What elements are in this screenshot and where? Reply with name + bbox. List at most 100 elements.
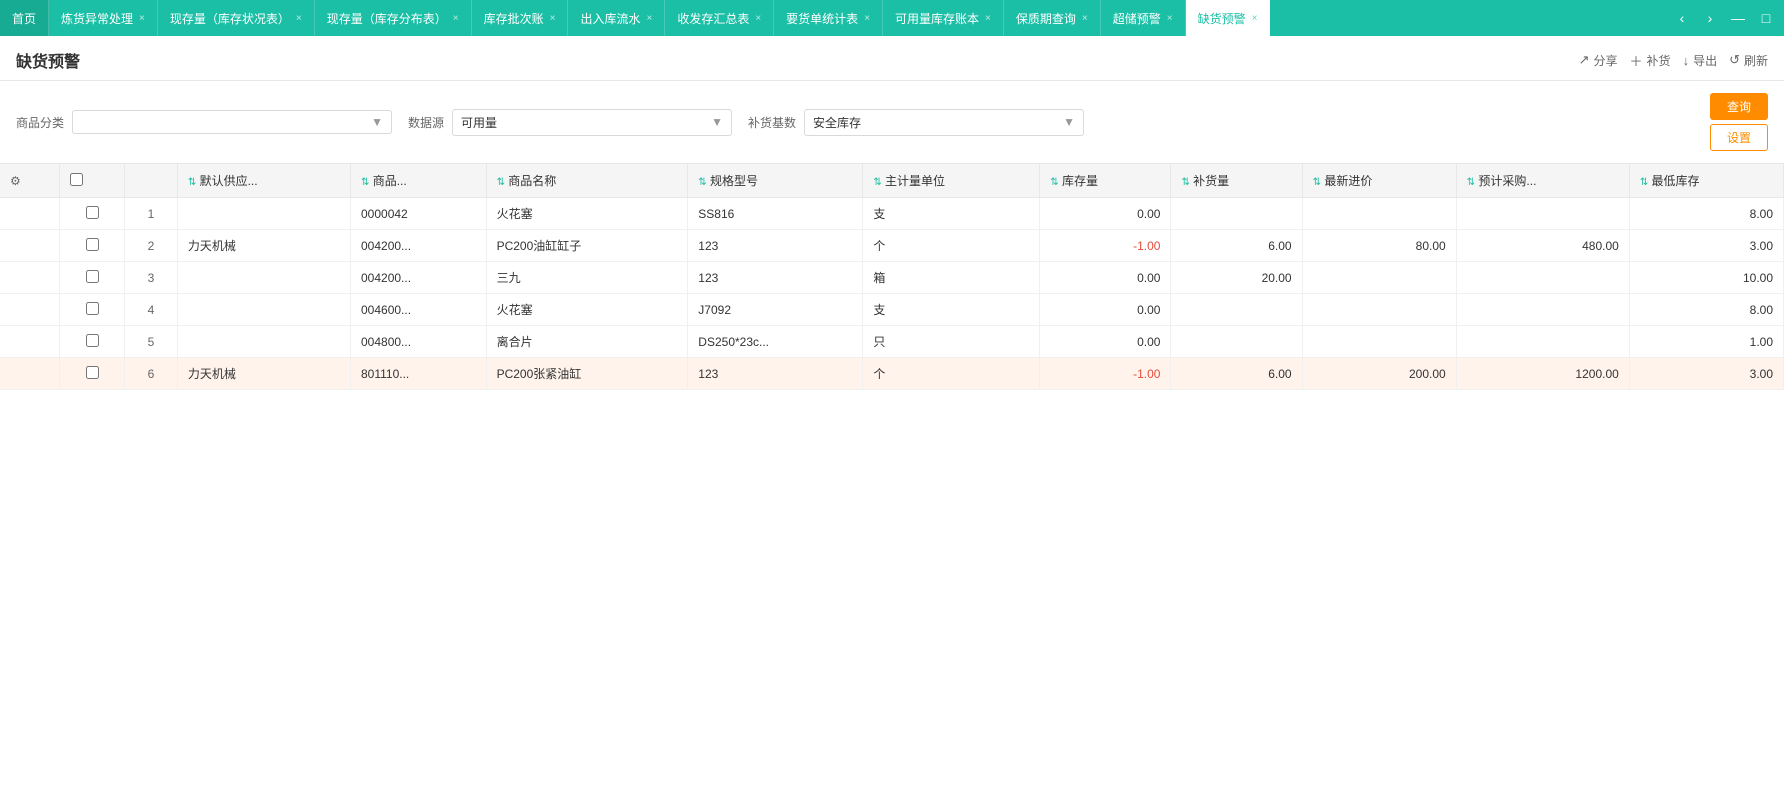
cell-supplier xyxy=(177,198,350,230)
cell-estimated xyxy=(1456,262,1629,294)
cell-supplier: 力天机械 xyxy=(177,230,350,262)
nav-tab-stock-status[interactable]: 现存量（库存状况表） × xyxy=(158,0,315,36)
replenish-button[interactable]: ＋ 补货 xyxy=(1630,51,1671,70)
nav-tab-close-expiry[interactable]: × xyxy=(1082,13,1088,24)
replenish-base-select[interactable]: 安全库存 ▼ xyxy=(804,109,1084,136)
share-button[interactable]: ↗ 分享 xyxy=(1579,52,1618,69)
col-header-settings: ⚙ xyxy=(0,164,60,198)
nav-tab-label-batch: 库存批次账 xyxy=(484,10,544,27)
col-header-code[interactable]: ⇅ 商品... xyxy=(351,164,487,198)
nav-tab-home[interactable]: 首页 xyxy=(0,0,49,36)
query-button[interactable]: 查询 xyxy=(1710,93,1768,120)
cell-unit: 支 xyxy=(863,198,1040,230)
nav-tab-close-abnormal[interactable]: × xyxy=(139,13,145,24)
nav-tab-label-collect: 收发存汇总表 xyxy=(677,10,749,27)
filter-actions: 查询 设置 xyxy=(1710,93,1768,151)
nav-tab-available[interactable]: 可用量库存账本× xyxy=(883,0,1004,36)
cell-settings xyxy=(0,230,60,262)
col-header-spec[interactable]: ⇅ 规格型号 xyxy=(688,164,863,198)
col-header-replenish[interactable]: ⇅ 补货量 xyxy=(1171,164,1302,198)
cell-estimated xyxy=(1456,198,1629,230)
nav-tab-stock-dist[interactable]: 现存量（库存分布表） × xyxy=(315,0,472,36)
cell-latest_price xyxy=(1302,294,1456,326)
cell-supplier xyxy=(177,326,350,358)
col-header-stock[interactable]: ⇅ 库存量 xyxy=(1040,164,1171,198)
category-select[interactable]: ▼ xyxy=(72,110,392,134)
nav-tab-close-demand[interactable]: × xyxy=(864,13,870,24)
cell-supplier: 力天机械 xyxy=(177,358,350,390)
nav-tab-close-flow[interactable]: × xyxy=(646,13,652,24)
cell-unit: 个 xyxy=(863,358,1040,390)
nav-tab-abnormal[interactable]: 炼货异常处理× xyxy=(49,0,158,36)
nav-tab-demand[interactable]: 要货单统计表 × xyxy=(774,0,883,36)
replenish-base-filter-group: 补货基数 安全库存 ▼ xyxy=(748,109,1084,136)
cell-settings xyxy=(0,326,60,358)
nav-tab-shortage[interactable]: 缺货预警× xyxy=(1186,0,1271,36)
cell-checkbox[interactable] xyxy=(60,358,125,390)
cell-num: 1 xyxy=(125,198,178,230)
cell-latest_price: 80.00 xyxy=(1302,230,1456,262)
row-checkbox[interactable] xyxy=(86,206,99,219)
col-header-min_stock[interactable]: ⇅ 最低库存 xyxy=(1629,164,1783,198)
export-button[interactable]: ↓ 导出 xyxy=(1683,52,1718,69)
col-header-supplier[interactable]: ⇅ 默认供应... xyxy=(177,164,350,198)
nav-tab-close-stock-dist[interactable]: × xyxy=(453,13,459,24)
table-row: 10000042火花塞SS816支0.008.00 xyxy=(0,198,1784,230)
replenish-base-value: 安全库存 xyxy=(813,114,861,131)
cell-min_stock: 10.00 xyxy=(1629,262,1783,294)
settings-button[interactable]: 设置 xyxy=(1710,124,1768,151)
cell-checkbox[interactable] xyxy=(60,294,125,326)
nav-bar: 首页炼货异常处理×现存量（库存状况表）×现存量（库存分布表）×库存批次账×出入库… xyxy=(0,0,1784,36)
cell-settings xyxy=(0,262,60,294)
nav-tab-flow[interactable]: 出入库流水 × xyxy=(568,0,665,36)
cell-estimated: 480.00 xyxy=(1456,230,1629,262)
cell-checkbox[interactable] xyxy=(60,198,125,230)
share-icon: ↗ xyxy=(1579,52,1590,68)
cell-latest_price xyxy=(1302,262,1456,294)
nav-tab-overstock[interactable]: 超储预警× xyxy=(1101,0,1186,36)
nav-next-button[interactable]: › xyxy=(1696,4,1724,32)
cell-stock: -1.00 xyxy=(1040,358,1171,390)
nav-tab-close-stock-status[interactable]: × xyxy=(296,13,302,24)
cell-supplier xyxy=(177,294,350,326)
col-header-estimated[interactable]: ⇅ 预计采购... xyxy=(1456,164,1629,198)
cell-replenish xyxy=(1171,326,1302,358)
datasource-filter-group: 数据源 可用量 ▼ xyxy=(408,109,732,136)
table-body: 10000042火花塞SS816支0.008.002力天机械004200...P… xyxy=(0,198,1784,390)
row-checkbox[interactable] xyxy=(86,302,99,315)
select-all-checkbox[interactable] xyxy=(70,173,83,186)
nav-tab-label-demand: 要货单统计表 xyxy=(786,10,858,27)
cell-spec: 123 xyxy=(688,262,863,294)
maximize-button[interactable]: □ xyxy=(1752,4,1780,32)
nav-tab-collect[interactable]: 收发存汇总表 × xyxy=(665,0,774,36)
nav-tab-label-flow: 出入库流水 xyxy=(580,10,640,27)
row-checkbox[interactable] xyxy=(86,270,99,283)
row-checkbox[interactable] xyxy=(86,334,99,347)
nav-tab-close-shortage[interactable]: × xyxy=(1252,13,1258,24)
row-checkbox[interactable] xyxy=(86,238,99,251)
row-checkbox[interactable] xyxy=(86,366,99,379)
refresh-button[interactable]: ↺ 刷新 xyxy=(1729,52,1768,69)
settings-gear-icon[interactable]: ⚙ xyxy=(10,174,21,188)
nav-tab-batch[interactable]: 库存批次账 × xyxy=(472,0,569,36)
nav-tab-close-batch[interactable]: × xyxy=(550,13,556,24)
col-header-name[interactable]: ⇅ 商品名称 xyxy=(486,164,688,198)
col-header-unit[interactable]: ⇅ 主计量单位 xyxy=(863,164,1040,198)
nav-tab-expiry[interactable]: 保质期查询× xyxy=(1004,0,1101,36)
category-arrow-icon: ▼ xyxy=(371,115,383,129)
nav-prev-button[interactable]: ‹ xyxy=(1668,4,1696,32)
col-header-latest_price[interactable]: ⇅ 最新进价 xyxy=(1302,164,1456,198)
minimize-button[interactable]: — xyxy=(1724,4,1752,32)
table-row: 6力天机械801110...PC200张紧油缸123个-1.006.00200.… xyxy=(0,358,1784,390)
nav-tab-close-overstock[interactable]: × xyxy=(1167,13,1173,24)
nav-tab-label-stock-status: 现存量（库存状况表） xyxy=(170,10,290,27)
nav-tab-close-available[interactable]: × xyxy=(985,13,991,24)
nav-tab-close-collect[interactable]: × xyxy=(755,13,761,24)
col-header-checkbox xyxy=(60,164,125,198)
nav-tab-label-stock-dist: 现存量（库存分布表） xyxy=(327,10,447,27)
category-filter-group: 商品分类 ▼ xyxy=(16,110,392,134)
cell-checkbox[interactable] xyxy=(60,230,125,262)
cell-checkbox[interactable] xyxy=(60,262,125,294)
cell-checkbox[interactable] xyxy=(60,326,125,358)
datasource-select[interactable]: 可用量 ▼ xyxy=(452,109,732,136)
